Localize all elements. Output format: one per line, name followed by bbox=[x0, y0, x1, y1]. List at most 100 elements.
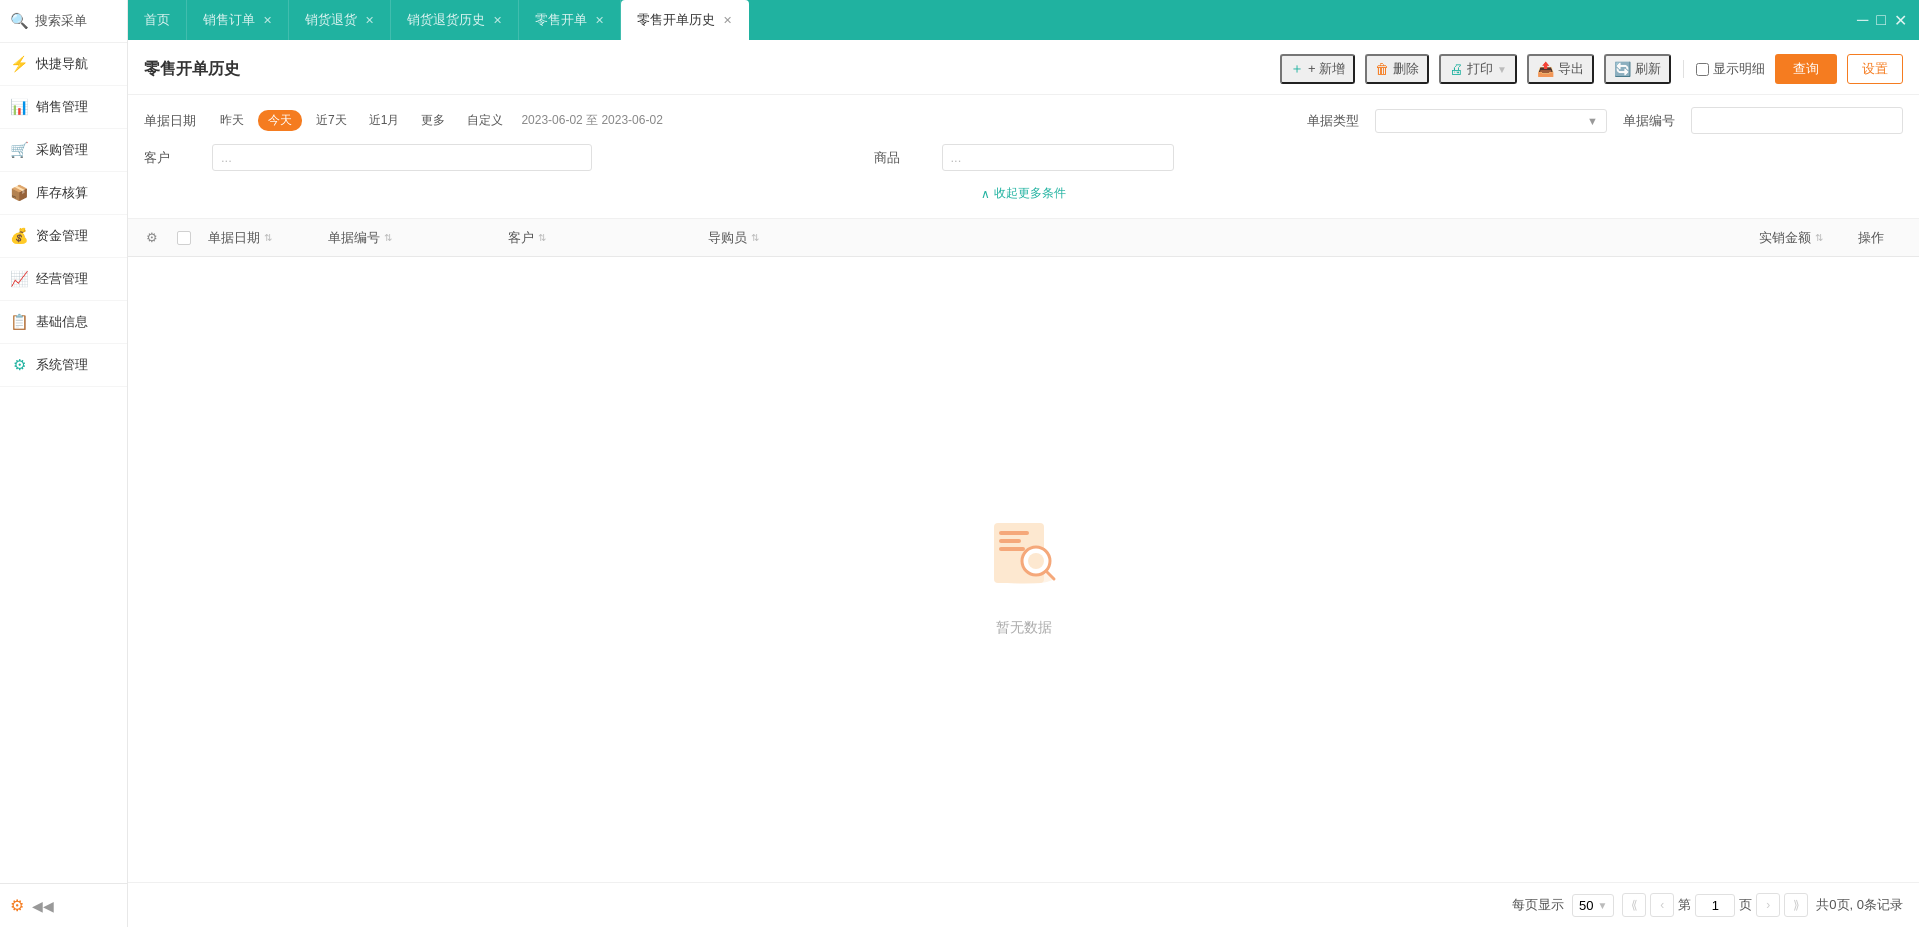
sidebar-item-label: 销售管理 bbox=[36, 98, 88, 116]
collapse-filter-btn[interactable]: ∧ 收起更多条件 bbox=[981, 185, 1066, 202]
col-customer-label: 客户 bbox=[508, 229, 534, 247]
filter-doc-type-select[interactable]: ▼ bbox=[1375, 109, 1607, 133]
sidebar-item-system-mgmt[interactable]: ⚙ 系统管理 bbox=[0, 344, 127, 387]
page-last-btn[interactable]: ⟫ bbox=[1784, 893, 1808, 917]
filter-customer-input[interactable]: ... bbox=[212, 144, 592, 171]
select-all-checkbox[interactable] bbox=[177, 231, 191, 245]
svg-point-7 bbox=[1028, 553, 1044, 569]
tab-retail-history-close[interactable]: ✕ bbox=[723, 14, 732, 27]
col-header-guide[interactable]: 导购员 ⇅ bbox=[700, 229, 820, 247]
tab-sales-order[interactable]: 销售订单 ✕ bbox=[187, 0, 289, 40]
tab-sales-return-close[interactable]: ✕ bbox=[365, 14, 374, 27]
sidebar-item-sales-mgmt[interactable]: 📊 销售管理 bbox=[0, 86, 127, 129]
date-btn-yesterday[interactable]: 昨天 bbox=[212, 110, 252, 131]
date-btn-7days[interactable]: 近7天 bbox=[308, 110, 355, 131]
tab-sales-return-history-close[interactable]: ✕ bbox=[493, 14, 502, 27]
tab-bar-right: ─ □ ✕ bbox=[1857, 11, 1919, 30]
export-button[interactable]: 📤 导出 bbox=[1527, 54, 1594, 84]
tab-sales-order-close[interactable]: ✕ bbox=[263, 14, 272, 27]
tab-retail-open[interactable]: 零售开单 ✕ bbox=[519, 0, 621, 40]
col-header-amount[interactable]: 实销金额 ⇅ bbox=[1731, 229, 1831, 247]
filter-goods-input[interactable]: ... bbox=[942, 144, 1174, 171]
sidebar-item-basic-info[interactable]: 📋 基础信息 bbox=[0, 301, 127, 344]
settings-icon[interactable]: ⚙ bbox=[10, 896, 24, 915]
svg-rect-2 bbox=[999, 531, 1029, 535]
sidebar-search[interactable]: 🔍 搜索采单 bbox=[0, 0, 127, 43]
sidebar-item-finance[interactable]: 💰 资金管理 bbox=[0, 215, 127, 258]
pagination: 每页显示 50 ▼ ⟪ ‹ 第 1 页 › ⟫ 共0页, 0条记录 bbox=[128, 882, 1919, 927]
print-label: 打印 bbox=[1467, 60, 1493, 78]
tab-sales-return-label: 销货退货 bbox=[305, 11, 357, 29]
query-button[interactable]: 查询 bbox=[1775, 54, 1837, 84]
tab-home-label: 首页 bbox=[144, 11, 170, 29]
date-btn-more[interactable]: 更多 bbox=[413, 110, 453, 131]
page-first-btn[interactable]: ⟪ bbox=[1622, 893, 1646, 917]
add-label: + 新增 bbox=[1308, 60, 1345, 78]
sort-amount-icon: ⇅ bbox=[1815, 232, 1823, 243]
col-action-label: 操作 bbox=[1858, 229, 1884, 247]
filter-doc-no-label: 单据编号 bbox=[1623, 112, 1683, 130]
date-btn-custom[interactable]: 自定义 bbox=[459, 110, 511, 131]
sidebar-item-inventory[interactable]: 📦 库存核算 bbox=[0, 172, 127, 215]
table-select-all[interactable] bbox=[168, 231, 200, 245]
quick-nav-icon: ⚡ bbox=[10, 55, 28, 73]
sort-customer-icon: ⇅ bbox=[538, 232, 546, 243]
col-header-no[interactable]: 单据编号 ⇅ bbox=[320, 229, 500, 247]
table-area: ⚙ 单据日期 ⇅ 单据编号 ⇅ 客户 ⇅ 导购员 ⇅ bbox=[128, 219, 1919, 882]
tab-retail-open-label: 零售开单 bbox=[535, 11, 587, 29]
page-next-btn[interactable]: › bbox=[1756, 893, 1780, 917]
svg-rect-3 bbox=[999, 539, 1021, 543]
display-detail-checkbox[interactable] bbox=[1696, 63, 1709, 76]
print-button[interactable]: 🖨 打印 ▼ bbox=[1439, 54, 1517, 84]
window-maximize-btn[interactable]: □ bbox=[1876, 11, 1886, 29]
empty-state: 暂无数据 bbox=[128, 257, 1919, 882]
sidebar-item-label: 快捷导航 bbox=[36, 55, 88, 73]
col-date-label: 单据日期 bbox=[208, 229, 260, 247]
collapse-sidebar-icon[interactable]: ◀◀ bbox=[32, 898, 54, 914]
print-chevron: ▼ bbox=[1497, 64, 1507, 75]
display-detail-checkbox-wrap[interactable]: 显示明细 bbox=[1696, 60, 1765, 78]
sidebar-item-purchase-mgmt[interactable]: 🛒 采购管理 bbox=[0, 129, 127, 172]
refresh-button[interactable]: 🔄 刷新 bbox=[1604, 54, 1671, 84]
finance-icon: 💰 bbox=[10, 227, 28, 245]
empty-text: 暂无数据 bbox=[996, 619, 1052, 637]
refresh-label: 刷新 bbox=[1635, 60, 1661, 78]
sidebar-item-operations[interactable]: 📈 经营管理 bbox=[0, 258, 127, 301]
sidebar-item-quick-nav[interactable]: ⚡ 快捷导航 bbox=[0, 43, 127, 86]
toolbar: ＋ + 新增 🗑 删除 🖨 打印 ▼ 📤 导出 🔄 bbox=[1280, 54, 1903, 84]
sales-mgmt-icon: 📊 bbox=[10, 98, 28, 116]
per-page-select[interactable]: 50 ▼ bbox=[1572, 894, 1614, 917]
page-word: 第 bbox=[1678, 896, 1691, 914]
pagination-nav: ⟪ ‹ 第 1 页 › ⟫ bbox=[1622, 893, 1808, 917]
filter-doc-no-input[interactable] bbox=[1691, 107, 1903, 134]
tab-home[interactable]: 首页 bbox=[128, 0, 187, 40]
sort-date-icon: ⇅ bbox=[264, 232, 272, 243]
date-btn-today[interactable]: 今天 bbox=[258, 110, 302, 131]
col-header-date[interactable]: 单据日期 ⇅ bbox=[200, 229, 320, 247]
tab-retail-history[interactable]: 零售开单历史 ✕ bbox=[621, 0, 749, 40]
sidebar: 🔍 搜索采单 ⚡ 快捷导航 📊 销售管理 🛒 采购管理 📦 库存核算 💰 资金管… bbox=[0, 0, 128, 927]
delete-button[interactable]: 🗑 删除 bbox=[1365, 54, 1429, 84]
add-button[interactable]: ＋ + 新增 bbox=[1280, 54, 1355, 84]
page-prev-btn[interactable]: ‹ bbox=[1650, 893, 1674, 917]
tab-sales-return[interactable]: 销货退货 ✕ bbox=[289, 0, 391, 40]
basic-info-icon: 📋 bbox=[10, 313, 28, 331]
col-guide-label: 导购员 bbox=[708, 229, 747, 247]
collapse-filter-label: 收起更多条件 bbox=[994, 185, 1066, 202]
col-amount-label: 实销金额 bbox=[1759, 229, 1811, 247]
add-icon: ＋ bbox=[1290, 60, 1304, 78]
collapse-row: ∧ 收起更多条件 bbox=[144, 181, 1903, 206]
page-number-input[interactable]: 1 bbox=[1695, 894, 1735, 917]
inventory-icon: 📦 bbox=[10, 184, 28, 202]
filter-customer-item: 客户 ... bbox=[144, 144, 858, 171]
tab-retail-open-close[interactable]: ✕ bbox=[595, 14, 604, 27]
col-header-customer[interactable]: 客户 ⇅ bbox=[500, 229, 700, 247]
window-minimize-btn[interactable]: ─ bbox=[1857, 11, 1868, 29]
tab-sales-return-history[interactable]: 销货退货历史 ✕ bbox=[391, 0, 519, 40]
settings-button[interactable]: 设置 bbox=[1847, 54, 1903, 84]
date-btn-1month[interactable]: 近1月 bbox=[361, 110, 408, 131]
table-settings-icon[interactable]: ⚙ bbox=[136, 230, 168, 245]
filter-row-2: 客户 ... 商品 ... bbox=[144, 144, 1903, 171]
window-close-btn[interactable]: ✕ bbox=[1894, 11, 1907, 30]
page-header: 零售开单历史 ＋ + 新增 🗑 删除 🖨 打印 ▼ 📤 导出 bbox=[128, 40, 1919, 95]
